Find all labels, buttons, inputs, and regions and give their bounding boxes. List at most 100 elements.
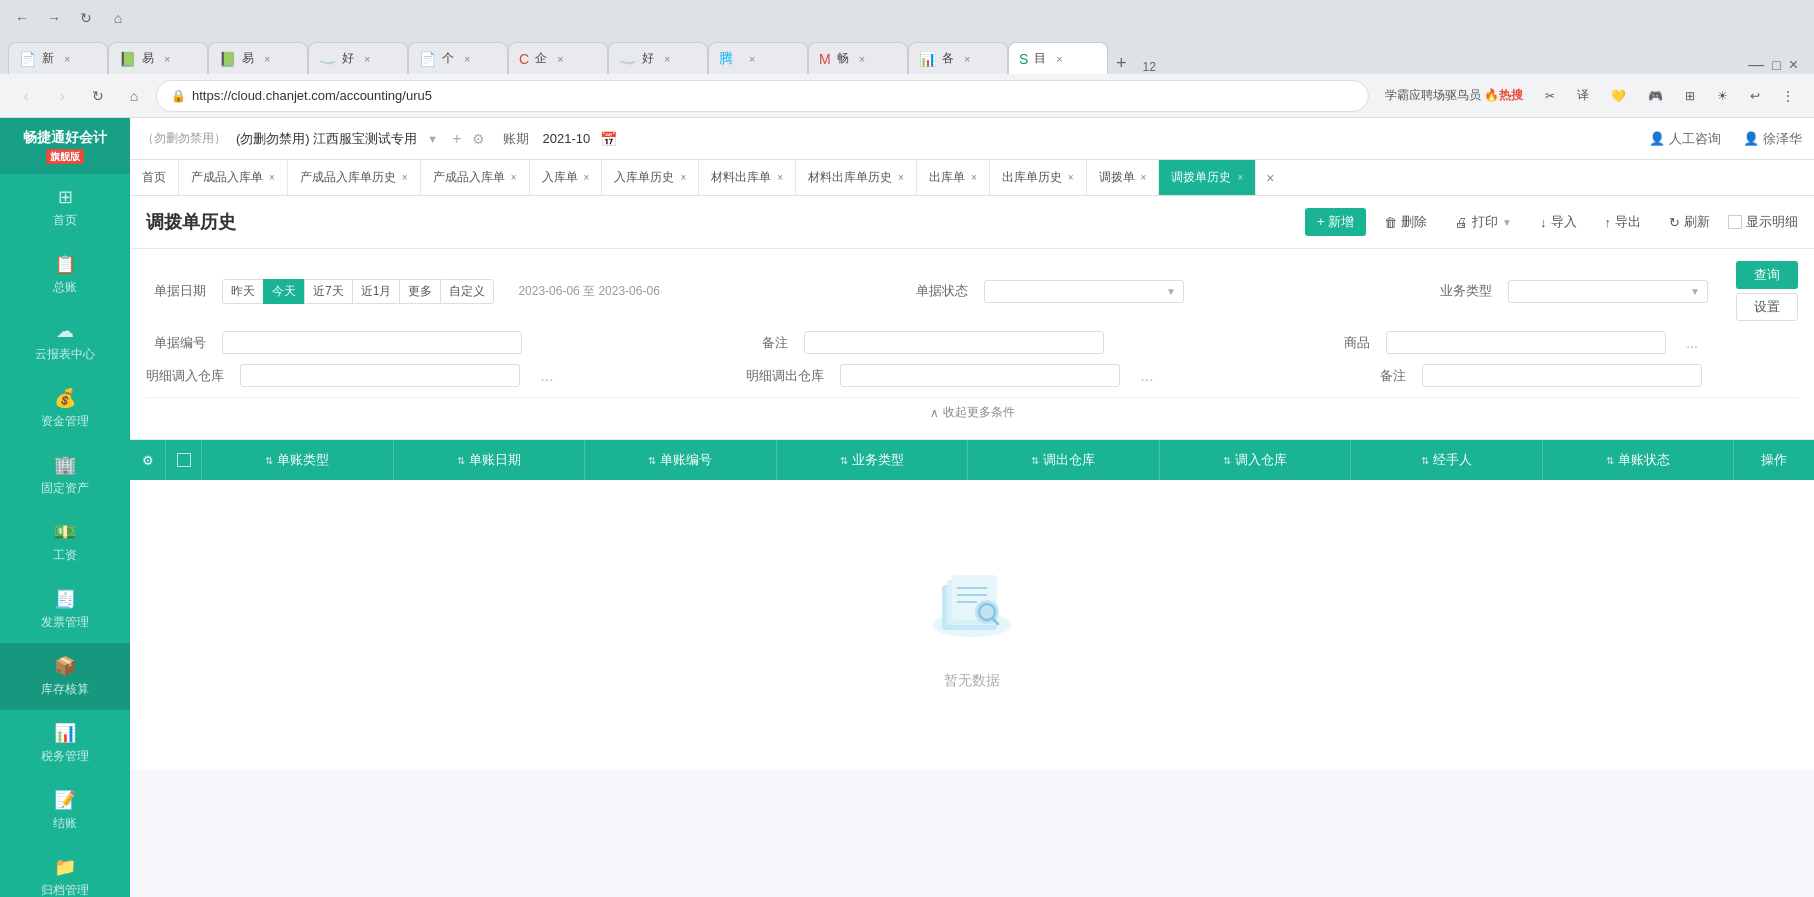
- new-tab-button[interactable]: +: [1108, 53, 1135, 74]
- th-handler[interactable]: ⇅ 经手人: [1351, 440, 1543, 480]
- remark2-input[interactable]: [1422, 364, 1702, 387]
- home-button[interactable]: ⌂: [104, 4, 132, 32]
- date-yesterday[interactable]: 昨天: [222, 279, 263, 304]
- nav-forward[interactable]: ›: [48, 82, 76, 110]
- sidebar-item-report[interactable]: ☁ 云报表中心: [0, 308, 130, 375]
- tab-inbound[interactable]: 入库单 ×: [530, 160, 603, 196]
- sidebar-item-close[interactable]: 📝 结账: [0, 777, 130, 844]
- grid-tool[interactable]: ⊞: [1677, 85, 1703, 107]
- back-button[interactable]: ←: [8, 4, 36, 32]
- th-doc-type[interactable]: ⇅ 单账类型: [202, 440, 394, 480]
- tab-close-icon[interactable]: ×: [971, 172, 977, 183]
- browser-tab-6[interactable]: C 企 ×: [508, 42, 608, 74]
- game-tool[interactable]: 🎮: [1640, 85, 1671, 107]
- translate-tool[interactable]: 译: [1569, 83, 1597, 108]
- theme-tool[interactable]: ☀: [1709, 85, 1736, 107]
- browser-tab-8[interactable]: 腾 ×: [708, 42, 808, 74]
- detail-in-input[interactable]: [240, 364, 520, 387]
- sidebar-item-wage[interactable]: 💵 工资: [0, 509, 130, 576]
- tab-close-icon[interactable]: ×: [402, 172, 408, 183]
- date-more[interactable]: 更多: [399, 279, 440, 304]
- th-gear[interactable]: ⚙: [130, 440, 166, 480]
- company-settings-icon[interactable]: ⚙: [472, 131, 485, 147]
- nav-back[interactable]: ‹: [12, 82, 40, 110]
- tab-product-inbound[interactable]: 产成品入库单 ×: [179, 160, 288, 196]
- sidebar-item-archive[interactable]: 📁 归档管理: [0, 844, 130, 897]
- detail-in-ellipsis[interactable]: …: [536, 368, 558, 384]
- goods-input[interactable]: [1386, 331, 1666, 354]
- browser-tab-10[interactable]: 📊 各 ×: [908, 42, 1008, 74]
- browser-tab-9[interactable]: M 畅 ×: [808, 42, 908, 74]
- tab-close-icon[interactable]: ×: [898, 172, 904, 183]
- tab-home[interactable]: 首页: [130, 160, 179, 196]
- th-doc-date[interactable]: ⇅ 单账日期: [394, 440, 586, 480]
- th-doc-status[interactable]: ⇅ 单账状态: [1543, 440, 1735, 480]
- tab-material-outbound-history[interactable]: 材料出库单历史 ×: [796, 160, 917, 196]
- detail-out-ellipsis[interactable]: …: [1136, 368, 1158, 384]
- tab-close-icon[interactable]: ×: [1068, 172, 1074, 183]
- tab-close-active-icon[interactable]: ×: [1237, 172, 1243, 183]
- nav-home[interactable]: ⌂: [120, 82, 148, 110]
- wallet-tool[interactable]: 💛: [1603, 85, 1634, 107]
- th-in-warehouse[interactable]: ⇅ 调入仓库: [1160, 440, 1352, 480]
- date-custom[interactable]: 自定义: [440, 279, 494, 304]
- doc-num-input[interactable]: [222, 331, 522, 354]
- browser-tab-5[interactable]: 📄 个 ×: [408, 42, 508, 74]
- th-out-warehouse[interactable]: ⇅ 调出仓库: [968, 440, 1160, 480]
- browser-tab-1[interactable]: 📄 新 ×: [8, 42, 108, 74]
- close-all-tabs[interactable]: ×: [1256, 160, 1284, 196]
- more-tool[interactable]: ⋮: [1774, 85, 1802, 107]
- tab-close-icon[interactable]: ×: [269, 172, 275, 183]
- sidebar-item-asset[interactable]: 🏢 固定资产: [0, 442, 130, 509]
- collapse-button[interactable]: ∧ 收起更多条件: [930, 404, 1015, 421]
- calendar-icon[interactable]: 📅: [600, 131, 617, 147]
- remark-input[interactable]: [804, 331, 1104, 354]
- sidebar-item-ledger[interactable]: 📋 总账: [0, 241, 130, 308]
- user-btn[interactable]: 👤 徐泽华: [1743, 130, 1802, 148]
- show-all-toggle[interactable]: 显示明细: [1728, 213, 1798, 231]
- date-today[interactable]: 今天: [263, 279, 304, 304]
- history-tool[interactable]: ↩: [1742, 85, 1768, 107]
- date-last7[interactable]: 近7天: [304, 279, 352, 304]
- browser-tab-4[interactable]: ☁️ 好 ×: [308, 42, 408, 74]
- company-dropdown[interactable]: ▼: [427, 133, 438, 145]
- tab-close-icon[interactable]: ×: [1141, 172, 1147, 183]
- import-btn[interactable]: ↓ 导入: [1530, 209, 1587, 235]
- sidebar-item-inventory[interactable]: 📦 库存核算: [0, 643, 130, 710]
- goods-ellipsis[interactable]: ...: [1682, 335, 1702, 351]
- show-all-checkbox[interactable]: [1728, 215, 1742, 229]
- sidebar-item-tax[interactable]: 📊 税务管理: [0, 710, 130, 777]
- address-bar[interactable]: 🔒 https://cloud.chanjet.com/accounting/u…: [156, 80, 1369, 112]
- tab-outbound-history[interactable]: 出库单历史 ×: [990, 160, 1087, 196]
- nav-refresh[interactable]: ↻: [84, 82, 112, 110]
- sidebar-item-invoice[interactable]: 🧾 发票管理: [0, 576, 130, 643]
- tab-close-icon[interactable]: ×: [777, 172, 783, 183]
- tab-close-icon[interactable]: ×: [511, 172, 517, 183]
- gear-icon[interactable]: ⚙: [142, 453, 154, 468]
- export-btn[interactable]: ↑ 导出: [1595, 209, 1652, 235]
- forward-button[interactable]: →: [40, 4, 68, 32]
- tab-close-icon[interactable]: ×: [680, 172, 686, 183]
- browser-tab-11[interactable]: S 目 ×: [1008, 42, 1108, 74]
- tab-close-icon[interactable]: ×: [584, 172, 590, 183]
- browser-tab-7[interactable]: ☁️ 好 ×: [608, 42, 708, 74]
- scissors-tool[interactable]: ✂: [1537, 85, 1563, 107]
- delete-btn[interactable]: 🗑 删除: [1374, 209, 1437, 235]
- browser-tab-2[interactable]: 📗 易 ×: [108, 42, 208, 74]
- sidebar-item-fund[interactable]: 💰 资金管理: [0, 375, 130, 442]
- status-select[interactable]: [984, 280, 1184, 303]
- sidebar-item-home[interactable]: ⊞ 首页: [0, 174, 130, 241]
- print-dropdown-icon[interactable]: ▼: [1502, 217, 1512, 228]
- tab-product-inbound-history[interactable]: 产成品入库单历史 ×: [288, 160, 421, 196]
- th-biz-type[interactable]: ⇅ 业务类型: [777, 440, 969, 480]
- browser-tab-3[interactable]: 📗 易 ×: [208, 42, 308, 74]
- window-minimize[interactable]: —: [1748, 56, 1764, 74]
- new-btn[interactable]: + 新增: [1305, 208, 1366, 236]
- tab-inbound-history[interactable]: 入库单历史 ×: [602, 160, 699, 196]
- print-btn[interactable]: 🖨 打印 ▼: [1445, 209, 1522, 235]
- date-last-month[interactable]: 近1月: [352, 279, 400, 304]
- sidebar-logo[interactable]: 畅捷通好会计 旗舰版: [0, 118, 130, 174]
- th-check[interactable]: [166, 440, 202, 480]
- refresh-btn[interactable]: ↻ 刷新: [1659, 209, 1720, 235]
- th-doc-num[interactable]: ⇅ 单账编号: [585, 440, 777, 480]
